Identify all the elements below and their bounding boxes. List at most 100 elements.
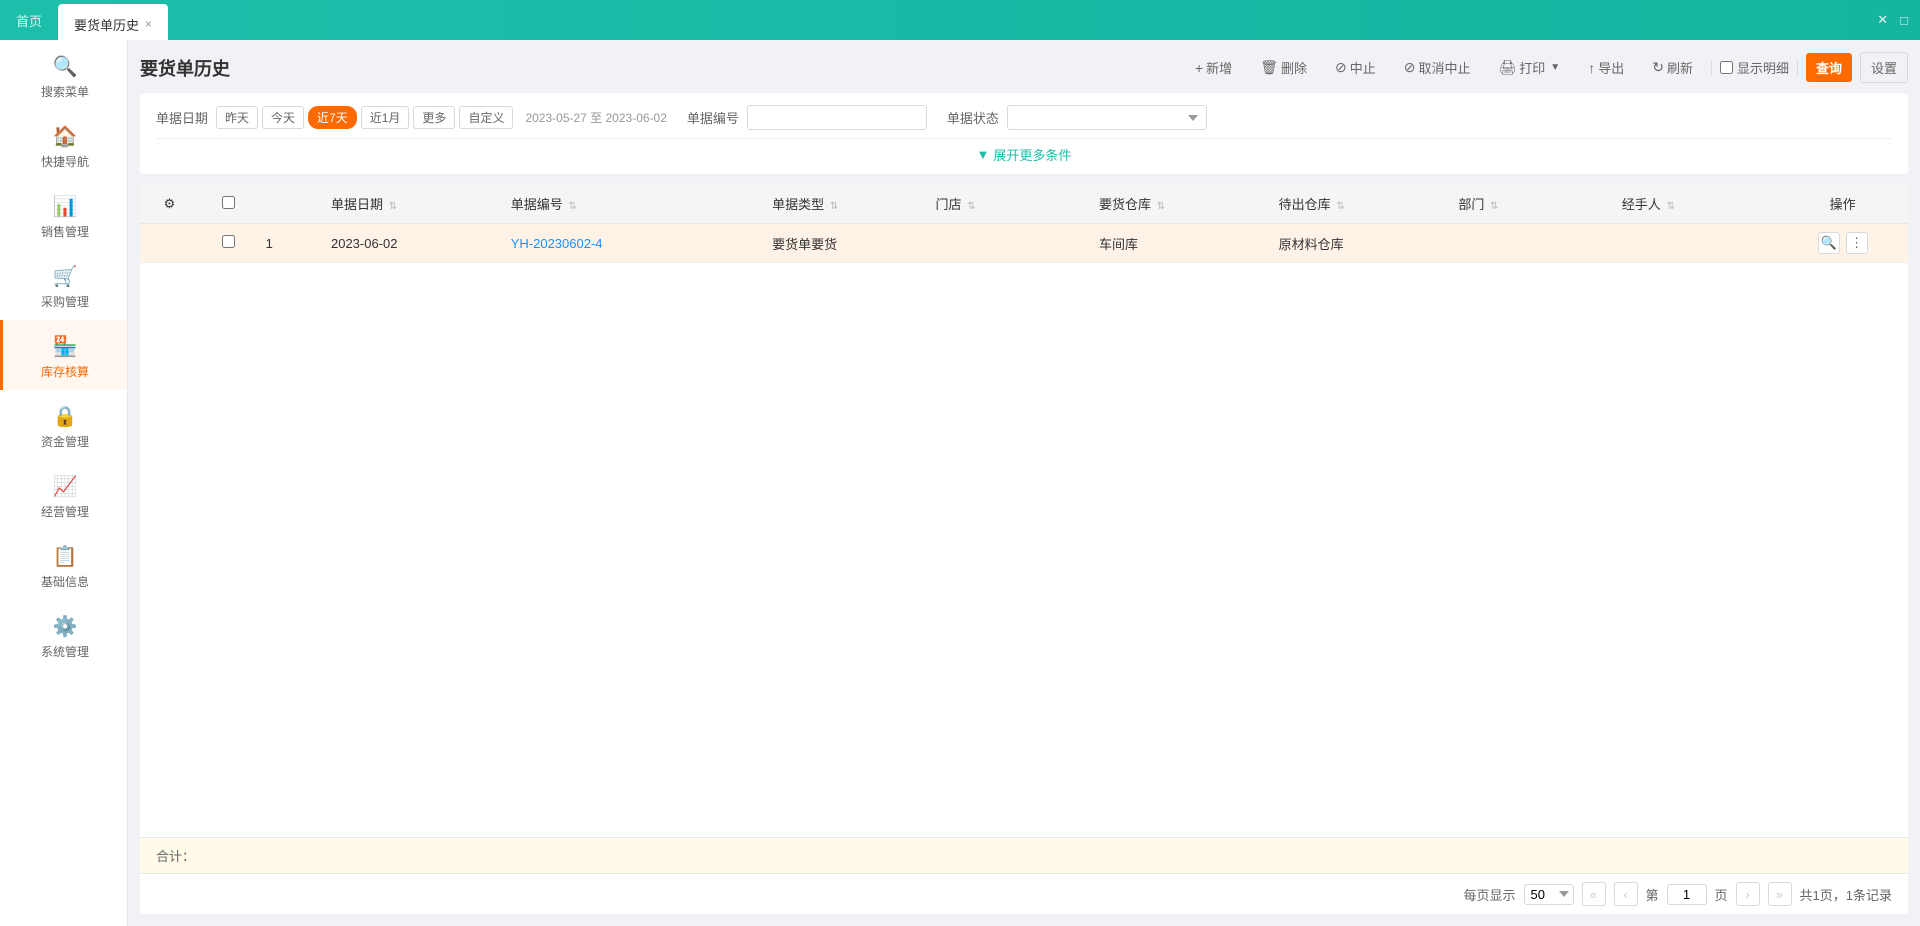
td-out-wh: 原材料仓库 bbox=[1271, 224, 1451, 263]
total-info: 共1页，1条记录 bbox=[1800, 885, 1892, 904]
content-area: 要货单历史 + 新增 🗑 删除 ⊘ 中止 ⊘ 取消中止 bbox=[128, 40, 1920, 926]
tab-home[interactable]: 首页 bbox=[0, 0, 58, 40]
stop-icon: ⊘ bbox=[1335, 59, 1347, 76]
sidebar-item-inventory-label: 库存核算 bbox=[41, 363, 89, 380]
date-btn-yesterday[interactable]: 昨天 bbox=[216, 106, 258, 129]
th-billno-sort-icon[interactable]: ⇅ bbox=[568, 201, 576, 212]
tab-requisition-history[interactable]: 要货单历史 × bbox=[58, 4, 168, 44]
td-checkbox[interactable] bbox=[199, 224, 258, 263]
date-btn-custom[interactable]: 自定义 bbox=[459, 106, 513, 129]
row-view-btn[interactable]: 🔍 bbox=[1818, 232, 1840, 254]
td-handler bbox=[1614, 224, 1777, 263]
sidebar-item-shortcut[interactable]: 🏠 快捷导航 bbox=[0, 110, 127, 180]
print-button[interactable]: 🖨 打印 ▼ bbox=[1488, 53, 1570, 82]
settings-button[interactable]: 设置 bbox=[1860, 52, 1908, 83]
date-btn-7days[interactable]: 近7天 bbox=[308, 106, 357, 129]
th-out-wh-sort-icon[interactable]: ⇅ bbox=[1336, 201, 1344, 212]
th-type-sort-icon[interactable]: ⇅ bbox=[830, 201, 838, 212]
toolbar: + 新增 🗑 删除 ⊘ 中止 ⊘ 取消中止 🖨 打印 bbox=[1185, 52, 1908, 83]
th-billno[interactable]: 单据编号 ⇅ bbox=[503, 184, 764, 224]
page-num-input[interactable] bbox=[1667, 884, 1707, 905]
th-handler[interactable]: 经手人 ⇅ bbox=[1614, 184, 1777, 224]
date-btn-1month[interactable]: 近1月 bbox=[361, 106, 410, 129]
finance-icon: 🔒 bbox=[53, 404, 78, 429]
td-dept bbox=[1450, 224, 1613, 263]
cancel-stop-button[interactable]: ⊘ 取消中止 bbox=[1394, 53, 1481, 82]
table-wrapper: ⚙ 单据日期 ⇅ 单据编号 ⇅ bbox=[140, 184, 1908, 837]
th-shop-label: 门店 bbox=[936, 197, 962, 212]
first-page-btn[interactable]: « bbox=[1582, 882, 1606, 906]
date-btn-more[interactable]: 更多 bbox=[413, 106, 455, 129]
th-shop[interactable]: 门店 ⇅ bbox=[928, 184, 1091, 224]
th-shop-sort-icon[interactable]: ⇅ bbox=[967, 201, 975, 212]
show-detail-checkbox[interactable] bbox=[1720, 61, 1733, 74]
th-dept-sort-icon[interactable]: ⇅ bbox=[1490, 201, 1498, 212]
prev-page-btn[interactable]: ‹ bbox=[1614, 882, 1638, 906]
billno-link[interactable]: YH-20230602-4 bbox=[511, 236, 603, 251]
sidebar-item-finance-label: 资金管理 bbox=[41, 433, 89, 450]
th-type-label: 单据类型 bbox=[772, 197, 824, 212]
table-container: ⚙ 单据日期 ⇅ 单据编号 ⇅ bbox=[140, 184, 1908, 914]
filter-row: 单据日期 昨天 今天 近7天 近1月 更多 自定义 2023-05-27 至 2… bbox=[156, 105, 1892, 130]
th-out-wh-label: 待出仓库 bbox=[1279, 197, 1331, 212]
next-page-btn[interactable]: › bbox=[1736, 882, 1760, 906]
table-footer: 合计： bbox=[140, 837, 1908, 873]
show-detail-toggle[interactable]: 显示明细 bbox=[1720, 58, 1789, 77]
th-date-label: 单据日期 bbox=[331, 197, 383, 212]
sidebar-item-search[interactable]: 🔍 搜索菜单 bbox=[0, 40, 127, 110]
export-button[interactable]: ↑ 导出 bbox=[1578, 53, 1634, 82]
th-date-sort-icon[interactable]: ⇅ bbox=[389, 201, 397, 212]
select-all-checkbox[interactable] bbox=[222, 196, 235, 209]
stop-label: 中止 bbox=[1350, 58, 1376, 77]
tab-requisition-label: 要货单历史 bbox=[74, 15, 139, 34]
per-page-label: 每页显示 bbox=[1463, 885, 1515, 904]
th-req-wh-sort-icon[interactable]: ⇅ bbox=[1157, 201, 1165, 212]
th-out-wh[interactable]: 待出仓库 ⇅ bbox=[1271, 184, 1451, 224]
page-header: 要货单历史 + 新增 🗑 删除 ⊘ 中止 ⊘ 取消中止 bbox=[140, 52, 1908, 83]
billno-filter-label: 单据编号 bbox=[687, 108, 739, 127]
sidebar-item-sales[interactable]: 📊 销售管理 bbox=[0, 180, 127, 250]
delete-button[interactable]: 🗑 删除 bbox=[1250, 53, 1317, 82]
row-checkbox[interactable] bbox=[222, 235, 235, 248]
sidebar-item-basic[interactable]: 📋 基础信息 bbox=[0, 530, 127, 600]
last-page-btn[interactable]: » bbox=[1768, 882, 1792, 906]
sidebar-item-operation-label: 经营管理 bbox=[41, 503, 89, 520]
expand-more-icon: ▼ bbox=[977, 147, 990, 162]
sidebar-item-operation[interactable]: 📈 经营管理 bbox=[0, 460, 127, 530]
th-checkbox[interactable] bbox=[199, 184, 258, 224]
sidebar-item-inventory[interactable]: 🏪 库存核算 bbox=[0, 320, 127, 390]
filter-status-group: 单据状态 bbox=[947, 105, 1207, 130]
sidebar-item-basic-label: 基础信息 bbox=[41, 573, 89, 590]
th-type[interactable]: 单据类型 ⇅ bbox=[764, 184, 927, 224]
th-handler-sort-icon[interactable]: ⇅ bbox=[1666, 201, 1674, 212]
refresh-icon: ↻ bbox=[1652, 59, 1664, 76]
th-dept[interactable]: 部门 ⇅ bbox=[1450, 184, 1613, 224]
stop-button[interactable]: ⊘ 中止 bbox=[1325, 53, 1386, 82]
expand-more-btn[interactable]: ▼ 展开更多条件 bbox=[156, 138, 1892, 166]
th-billno-label: 单据编号 bbox=[511, 197, 563, 212]
row-more-btn[interactable]: ⋮ bbox=[1846, 232, 1868, 254]
td-billno[interactable]: YH-20230602-4 bbox=[503, 224, 764, 263]
refresh-button[interactable]: ↻ 刷新 bbox=[1642, 53, 1703, 82]
table-body: 1 2023-06-02 YH-20230602-4 要货单要货 车间库 原材料… bbox=[140, 224, 1908, 263]
td-shop bbox=[928, 224, 1091, 263]
add-button[interactable]: + 新增 bbox=[1185, 53, 1242, 82]
sidebar-item-finance[interactable]: 🔒 资金管理 bbox=[0, 390, 127, 460]
th-settings[interactable]: ⚙ bbox=[140, 184, 199, 224]
th-req-wh[interactable]: 要货仓库 ⇅ bbox=[1091, 184, 1271, 224]
sidebar-item-system[interactable]: ⚙️ 系统管理 bbox=[0, 600, 127, 670]
date-btn-today[interactable]: 今天 bbox=[262, 106, 304, 129]
billno-input[interactable] bbox=[747, 105, 927, 130]
status-select[interactable] bbox=[1007, 105, 1207, 130]
window-close-icon[interactable]: ✕ bbox=[1877, 12, 1888, 28]
sidebar-item-purchase-label: 采购管理 bbox=[41, 293, 89, 310]
sidebar-item-purchase[interactable]: 🛒 采购管理 bbox=[0, 250, 127, 320]
th-date[interactable]: 单据日期 ⇅ bbox=[323, 184, 503, 224]
top-bar: 首页 要货单历史 × ✕ □ bbox=[0, 0, 1920, 40]
tab-close-icon[interactable]: × bbox=[145, 17, 152, 31]
query-button[interactable]: 查询 bbox=[1806, 53, 1852, 82]
print-icon: 🖨 bbox=[1498, 59, 1516, 76]
window-max-icon[interactable]: □ bbox=[1900, 13, 1908, 28]
per-page-select[interactable]: 10 20 50 100 bbox=[1524, 884, 1574, 905]
th-handler-label: 经手人 bbox=[1622, 197, 1661, 212]
